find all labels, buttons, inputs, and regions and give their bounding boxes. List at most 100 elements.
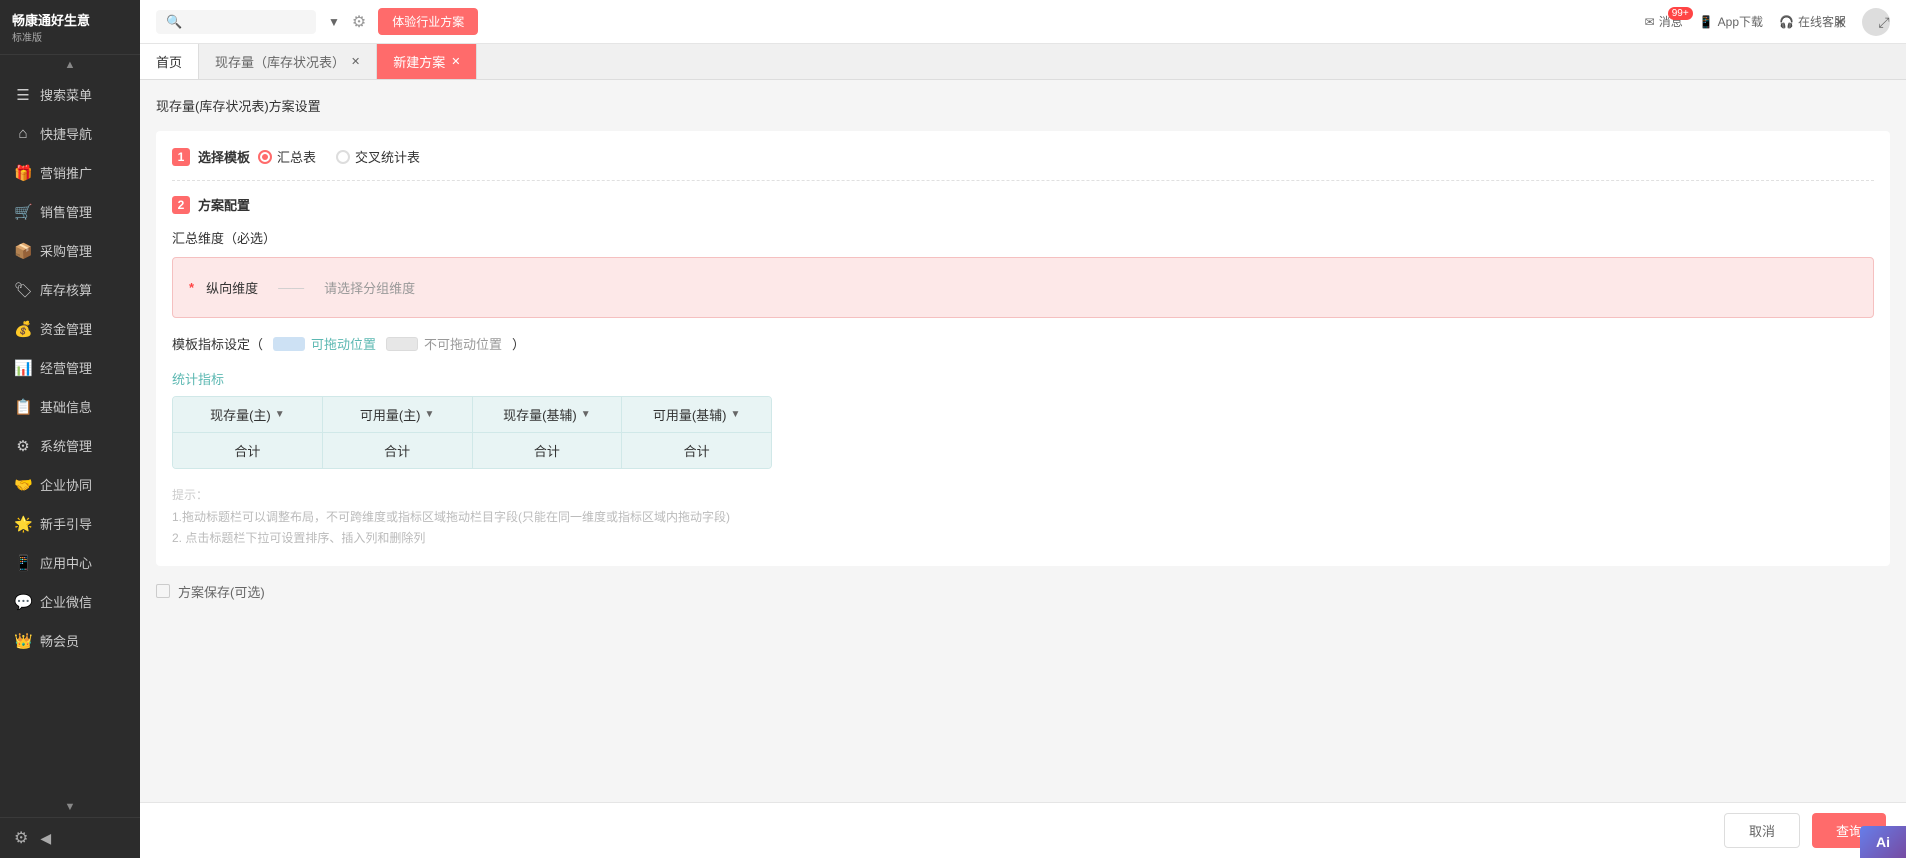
col-current-main-label: 现存量(主) [210,405,271,424]
col-current-aux-header[interactable]: 现存量(基辅) ▼ [473,397,622,433]
sidebar-item-app-center[interactable]: 📱 应用中心 [0,543,140,582]
window-controls: ✕ ⤢ [1818,0,1906,44]
tab-home[interactable]: 首页 [140,44,199,79]
draggable-toggle: 可拖动位置 [273,334,376,353]
collapse-icon[interactable]: ◀ [40,830,51,847]
sidebar-item-newbie[interactable]: 🌟 新手引导 [0,504,140,543]
sidebar-item-system[interactable]: ⚙ 系统管理 [0,426,140,465]
sidebar-item-member[interactable]: 👑 畅会员 [0,621,140,660]
col-current-main-cell: 合计 [173,433,322,468]
dropdown-icon[interactable]: ▼ [328,15,340,29]
tab-new-scheme[interactable]: 新建方案 ✕ [377,44,477,79]
home-icon: ⌂ [14,125,32,142]
indicator-close: ） [512,334,525,353]
col-available-aux-label: 可用量(基辅) [653,405,727,424]
tips-title: 提示： [172,488,208,502]
chevron-available-main-icon: ▼ [425,409,435,420]
sidebar-item-search[interactable]: ☰ 搜索菜单 [0,75,140,114]
divider-1 [172,180,1874,181]
sidebar-label-app-center: 应用中心 [40,553,92,572]
stats-table-section: 统计指标 现存量(主) ▼ 合计 可用量(主) [172,369,1874,469]
sidebar-scroll-up[interactable]: ▲ [0,55,140,75]
chevron-current-aux-icon: ▼ [581,409,591,420]
tab-inventory-close-icon[interactable]: ✕ [351,55,360,68]
sidebar-label-newbie: 新手引导 [40,514,92,533]
tab-home-label: 首页 [156,52,182,71]
handshake-icon: 🤝 [14,476,32,494]
radio-cross-label: 交叉统计表 [355,147,420,166]
radio-summary-label: 汇总表 [277,147,316,166]
tab-inventory-status-label: 现存量（库存状况表） [215,52,345,71]
topbar-gear-icon[interactable]: ⚙ [352,12,366,32]
sidebar-item-inventory[interactable]: 🏷 库存核算 [0,270,140,309]
radio-cross-table[interactable]: 交叉统计表 [336,147,420,166]
sidebar-item-enterprise[interactable]: 🤝 企业协同 [0,465,140,504]
footer-bar: 取消 查询 [140,802,1906,858]
col-available-aux-cell: 合计 [622,433,771,468]
col-available-main-cell: 合计 [323,433,472,468]
sidebar-item-purchase[interactable]: 📦 采购管理 [0,231,140,270]
non-draggable-toggle-box [386,337,418,351]
close-window-btn[interactable]: ✕ [1818,4,1862,40]
maximize-window-btn[interactable]: ⤢ [1862,4,1906,40]
col-available-main-header[interactable]: 可用量(主) ▼ [323,397,472,433]
sidebar-item-marketing[interactable]: 🎁 营销推广 [0,153,140,192]
save-scheme-checkbox[interactable] [156,584,170,598]
box-icon: 📦 [14,242,32,260]
sidebar-item-wechat[interactable]: 💬 企业微信 [0,582,140,621]
tab-new-scheme-label: 新建方案 [393,52,445,71]
app-download-btn[interactable]: 📱 App下载 [1699,13,1763,30]
sidebar-item-basic-info[interactable]: 📋 基础信息 [0,387,140,426]
dim-label: 纵向维度 [206,278,258,297]
settings-panel: 1 选择模板 汇总表 交叉统计表 2 方案配置 [156,131,1890,566]
stats-table-header: 现存量(主) ▼ 合计 可用量(主) ▼ 合计 [173,397,771,468]
tab-inventory-status[interactable]: 现存量（库存状况表） ✕ [199,44,377,79]
sidebar-label-system: 系统管理 [40,436,92,455]
search-menu-icon: ☰ [14,86,32,104]
star-icon: 🌟 [14,515,32,533]
sidebar-scroll-down[interactable]: ▼ [0,797,140,817]
message-btn[interactable]: ✉ 消息 99+ [1645,13,1683,30]
settings-icon[interactable]: ⚙ [14,828,28,848]
radio-summary-table[interactable]: 汇总表 [258,147,316,166]
crown-icon: 👑 [14,632,32,650]
col-current-aux: 现存量(基辅) ▼ 合计 [473,397,623,468]
ai-button[interactable]: Ai [1860,826,1906,858]
chevron-available-aux-icon: ▼ [731,409,741,420]
money-icon: 💰 [14,320,32,338]
search-input[interactable] [188,15,288,29]
stats-table: 现存量(主) ▼ 合计 可用量(主) ▼ 合计 [172,396,772,469]
required-star: * [189,280,194,295]
sidebar-item-sales[interactable]: 🛒 销售管理 [0,192,140,231]
tab-new-scheme-close-icon[interactable]: ✕ [451,55,460,68]
sidebar-label-search: 搜索菜单 [40,85,92,104]
dim-dash: —— [278,280,304,295]
sidebar-item-quick-nav[interactable]: ⌂ 快捷导航 [0,114,140,153]
sidebar-nav: ☰ 搜索菜单 ⌂ 快捷导航 🎁 营销推广 🛒 销售管理 📦 采购管理 🏷 库存核… [0,75,140,797]
col-available-aux-header[interactable]: 可用量(基辅) ▼ [622,397,771,433]
col-current-main: 现存量(主) ▼ 合计 [173,397,323,468]
cancel-button[interactable]: 取消 [1724,813,1800,848]
sidebar-label-member: 畅会员 [40,631,79,650]
col-current-main-header[interactable]: 现存量(主) ▼ [173,397,322,433]
table-section-title: 统计指标 [172,369,1874,388]
draggable-toggle-box [273,337,305,351]
chart-icon: 📊 [14,359,32,377]
dimension-selector-area[interactable]: * 纵向维度 —— 请选择分组维度 [172,257,1874,318]
template-radio-group: 汇总表 交叉统计表 [258,147,420,166]
sidebar-label-purchase: 采购管理 [40,241,92,260]
sidebar-label-sales: 销售管理 [40,202,92,221]
indicator-settings-row: 模板指标设定（ 可拖动位置 不可拖动位置 ） [172,334,1874,353]
sidebar-label-finance: 资金管理 [40,319,92,338]
sidebar-label-basic-info: 基础信息 [40,397,92,416]
message-badge: 99+ [1668,7,1693,20]
phone-download-icon: 📱 [1699,15,1714,29]
trial-btn[interactable]: 体验行业方案 [378,8,478,35]
tips-line-2: 2. 点击标题栏下拉可设置排序、插入列和删除列 [172,528,1874,550]
col-current-aux-label: 现存量(基辅) [503,405,577,424]
sidebar-item-operation[interactable]: 📊 经营管理 [0,348,140,387]
sidebar-item-finance[interactable]: 💰 资金管理 [0,309,140,348]
dim-placeholder: 请选择分组维度 [324,278,415,297]
topbar-search-box[interactable]: 🔍 [156,10,316,34]
step1-row: 1 选择模板 汇总表 交叉统计表 [172,147,1874,166]
